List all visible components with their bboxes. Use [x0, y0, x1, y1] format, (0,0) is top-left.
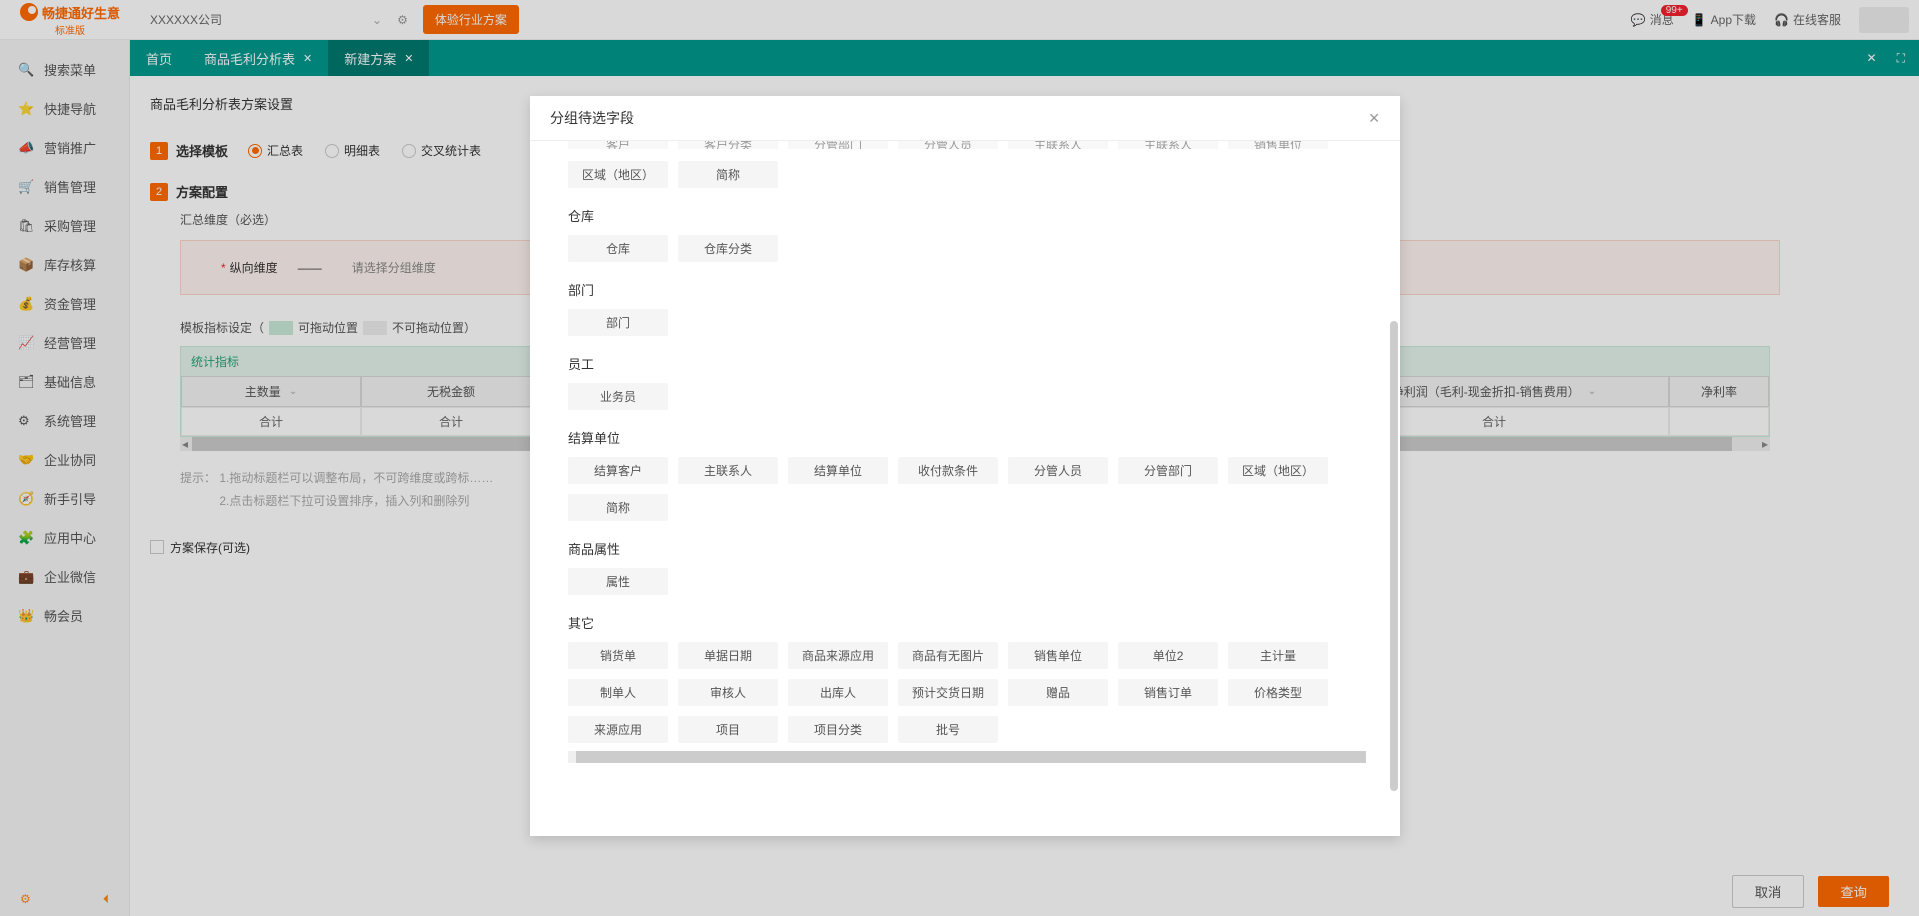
field-chip[interactable]: 赠品	[1008, 679, 1108, 706]
field-chip[interactable]: 项目分类	[788, 716, 888, 743]
field-chip[interactable]: 销售单位	[1008, 642, 1108, 669]
field-chip[interactable]: 来源应用	[568, 716, 668, 743]
field-row: 业务员	[568, 383, 1362, 410]
field-chip[interactable]: 销售订单	[1118, 679, 1218, 706]
field-row: 结算客户主联系人结算单位收付款条件分管人员分管部门区域（地区） 简称	[568, 457, 1362, 521]
field-chip[interactable]: 分管人员	[898, 141, 998, 149]
modal-title: 分组待选字段	[550, 108, 634, 128]
field-group-title: 其它	[568, 613, 1362, 632]
field-chip[interactable]: 销货单	[568, 642, 668, 669]
field-group-title: 部门	[568, 280, 1362, 299]
field-chip[interactable]: 主联系人	[678, 457, 778, 484]
field-chip[interactable]: 价格类型	[1228, 679, 1328, 706]
field-chip[interactable]: 商品有无图片	[898, 642, 998, 669]
field-chip[interactable]: 简称	[678, 161, 778, 188]
field-chip[interactable]: 结算客户	[568, 457, 668, 484]
field-chip[interactable]: 单据日期	[678, 642, 778, 669]
field-chip[interactable]: 收付款条件	[898, 457, 998, 484]
close-icon[interactable]: ✕	[1368, 110, 1380, 127]
field-chip[interactable]: 出库人	[788, 679, 888, 706]
field-chip[interactable]: 批号	[898, 716, 998, 743]
field-chip[interactable]: 预计交货日期	[898, 679, 998, 706]
modal-header: 分组待选字段 ✕	[530, 96, 1400, 141]
field-group-title: 结算单位	[568, 428, 1362, 447]
field-chip[interactable]: 客户	[568, 141, 668, 149]
field-chip[interactable]: 仓库分类	[678, 235, 778, 262]
field-chip[interactable]: 销售单位	[1228, 141, 1328, 149]
field-chip[interactable]: 主联系人	[1008, 141, 1108, 149]
field-chip[interactable]: 简称	[568, 494, 668, 521]
field-row: 区域（地区） 简称	[568, 161, 1362, 188]
field-chip[interactable]: 属性	[568, 568, 668, 595]
field-group-title: 商品属性	[568, 539, 1362, 558]
modal-h-scrollbar-thumb[interactable]	[576, 751, 1366, 763]
field-chip[interactable]: 项目	[678, 716, 778, 743]
field-chip[interactable]: 商品来源应用	[788, 642, 888, 669]
field-chip[interactable]: 主计量	[1228, 642, 1328, 669]
field-chip[interactable]: 分管部门	[1118, 457, 1218, 484]
field-chip[interactable]: 主联系人	[1118, 141, 1218, 149]
field-chip[interactable]: 区域（地区）	[1228, 457, 1328, 484]
field-row: 部门	[568, 309, 1362, 336]
modal-v-scrollbar[interactable]	[1390, 141, 1398, 816]
field-row: 仓库仓库分类	[568, 235, 1362, 262]
field-row-partial: 客户 客户分类 分管部门 分管人员 主联系人 主联系人 销售单位	[568, 141, 1362, 149]
field-group-title: 员工	[568, 354, 1362, 373]
modal-h-scrollbar[interactable]	[568, 751, 1362, 763]
field-chip[interactable]: 区域（地区）	[568, 161, 668, 188]
field-group-title: 仓库	[568, 206, 1362, 225]
field-chip[interactable]: 业务员	[568, 383, 668, 410]
field-chip[interactable]: 仓库	[568, 235, 668, 262]
field-chip[interactable]: 分管部门	[788, 141, 888, 149]
field-row: 属性	[568, 568, 1362, 595]
field-chip[interactable]: 分管人员	[1008, 457, 1108, 484]
field-chip[interactable]: 部门	[568, 309, 668, 336]
field-chip[interactable]: 客户分类	[678, 141, 778, 149]
field-chip[interactable]: 制单人	[568, 679, 668, 706]
field-chip[interactable]: 审核人	[678, 679, 778, 706]
field-row: 销货单单据日期商品来源应用商品有无图片销售单位单位2 主计量制单人审核人出库人预计…	[568, 642, 1362, 743]
modal: 分组待选字段 ✕ 客户客户分类分管部门分管人员主联系人主联系人销售单位 区域（地…	[530, 96, 1400, 836]
field-chip[interactable]: 单位2	[1118, 642, 1218, 669]
field-chip[interactable]: 结算单位	[788, 457, 888, 484]
modal-body: 客户客户分类分管部门分管人员主联系人主联系人销售单位 区域（地区）简称仓库仓库仓…	[530, 141, 1400, 836]
modal-v-scrollbar-thumb[interactable]	[1390, 321, 1398, 791]
